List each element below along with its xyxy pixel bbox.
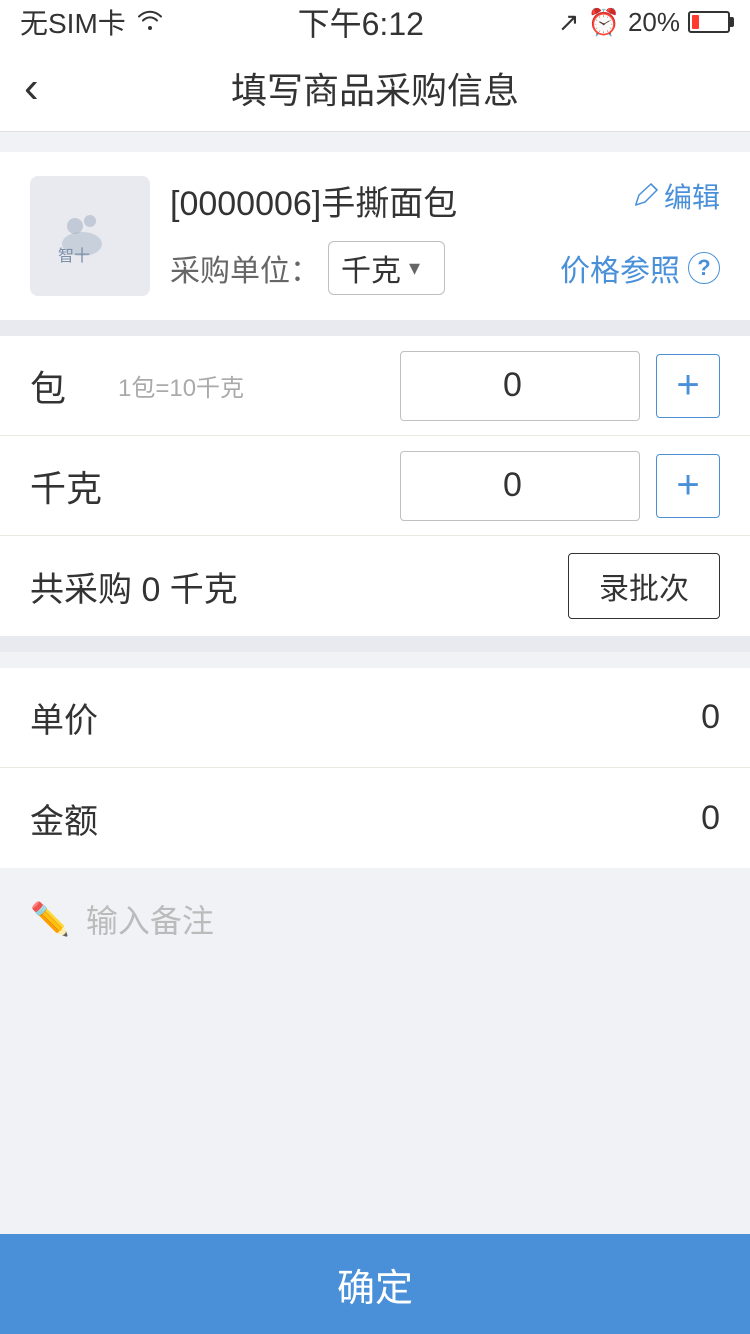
kg-label: 千克 bbox=[30, 460, 110, 512]
remark-section[interactable]: ✏️ 输入备注 bbox=[0, 868, 750, 970]
divider-2 bbox=[0, 636, 750, 652]
wifi-icon bbox=[136, 6, 164, 38]
amount-value: 0 bbox=[701, 799, 720, 838]
alarm-icon: ⏰ bbox=[588, 7, 620, 38]
bag-unit: 1包=10千克 bbox=[118, 368, 244, 403]
product-card: 智十 [0000006]手撕面包 编辑 采购单位： 千克 bbox=[0, 152, 750, 320]
nav-bar: ‹ 填写商品采购信息 bbox=[0, 44, 750, 132]
purchase-unit-row: 采购单位： 千克 价格参照 ? bbox=[170, 241, 720, 295]
amount-row: 金额 0 bbox=[0, 768, 750, 868]
bag-input[interactable] bbox=[400, 351, 640, 421]
unit-price-label: 单价 bbox=[30, 693, 98, 742]
page-title: 填写商品采购信息 bbox=[231, 62, 519, 114]
bag-field-wrapper: + bbox=[244, 351, 720, 421]
divider-1 bbox=[0, 320, 750, 336]
batch-button[interactable]: 录批次 bbox=[568, 553, 720, 619]
confirm-btn-wrap: 确定 bbox=[0, 1234, 750, 1334]
edit-button[interactable]: 编辑 bbox=[632, 176, 720, 216]
price-section: 单价 0 金额 0 bbox=[0, 668, 750, 868]
bag-input-row: 包 1包=10千克 + bbox=[0, 336, 750, 436]
kg-input[interactable] bbox=[400, 451, 640, 521]
back-button[interactable]: ‹ bbox=[24, 66, 39, 110]
product-info: [0000006]手撕面包 编辑 采购单位： 千克 价格参 bbox=[170, 176, 720, 295]
status-right: ↗ ⏰ 20% bbox=[558, 7, 730, 38]
product-header: [0000006]手撕面包 编辑 bbox=[170, 176, 720, 225]
status-bar: 无SIM卡 下午6:12 ↗ ⏰ 20% bbox=[0, 0, 750, 44]
kg-input-row: 千克 + bbox=[0, 436, 750, 536]
unit-price-value: 0 bbox=[701, 698, 720, 737]
battery-text: 20% bbox=[628, 7, 680, 38]
unit-select[interactable]: 千克 bbox=[328, 241, 445, 295]
kg-field-wrapper: + bbox=[110, 451, 720, 521]
product-image: 智十 bbox=[30, 176, 150, 296]
confirm-button[interactable]: 确定 bbox=[0, 1234, 750, 1334]
pencil-icon: ✏️ bbox=[30, 900, 70, 938]
amount-label: 金额 bbox=[30, 794, 98, 843]
summary-text: 共采购 0 千克 bbox=[30, 562, 238, 611]
input-section: 包 1包=10千克 + 千克 + bbox=[0, 336, 750, 536]
kg-plus-button[interactable]: + bbox=[656, 454, 720, 518]
status-left: 无SIM卡 bbox=[20, 2, 164, 42]
battery-icon bbox=[688, 11, 730, 33]
bag-label: 包 bbox=[30, 360, 110, 412]
product-name: [0000006]手撕面包 bbox=[170, 176, 457, 225]
summary-row: 共采购 0 千克 录批次 bbox=[0, 536, 750, 636]
status-time: 下午6:12 bbox=[298, 0, 424, 45]
carrier-text: 无SIM卡 bbox=[20, 2, 126, 42]
svg-text:智十: 智十 bbox=[58, 247, 90, 265]
bottom-spacer bbox=[0, 970, 750, 1170]
unit-label: 采购单位： bbox=[170, 246, 320, 290]
unit-price-row: 单价 0 bbox=[0, 668, 750, 768]
location-icon: ↗ bbox=[558, 7, 580, 38]
help-icon: ? bbox=[688, 252, 720, 284]
price-ref-button[interactable]: 价格参照 ? bbox=[560, 246, 720, 290]
bag-plus-button[interactable]: + bbox=[656, 354, 720, 418]
remark-placeholder: 输入备注 bbox=[86, 896, 214, 942]
